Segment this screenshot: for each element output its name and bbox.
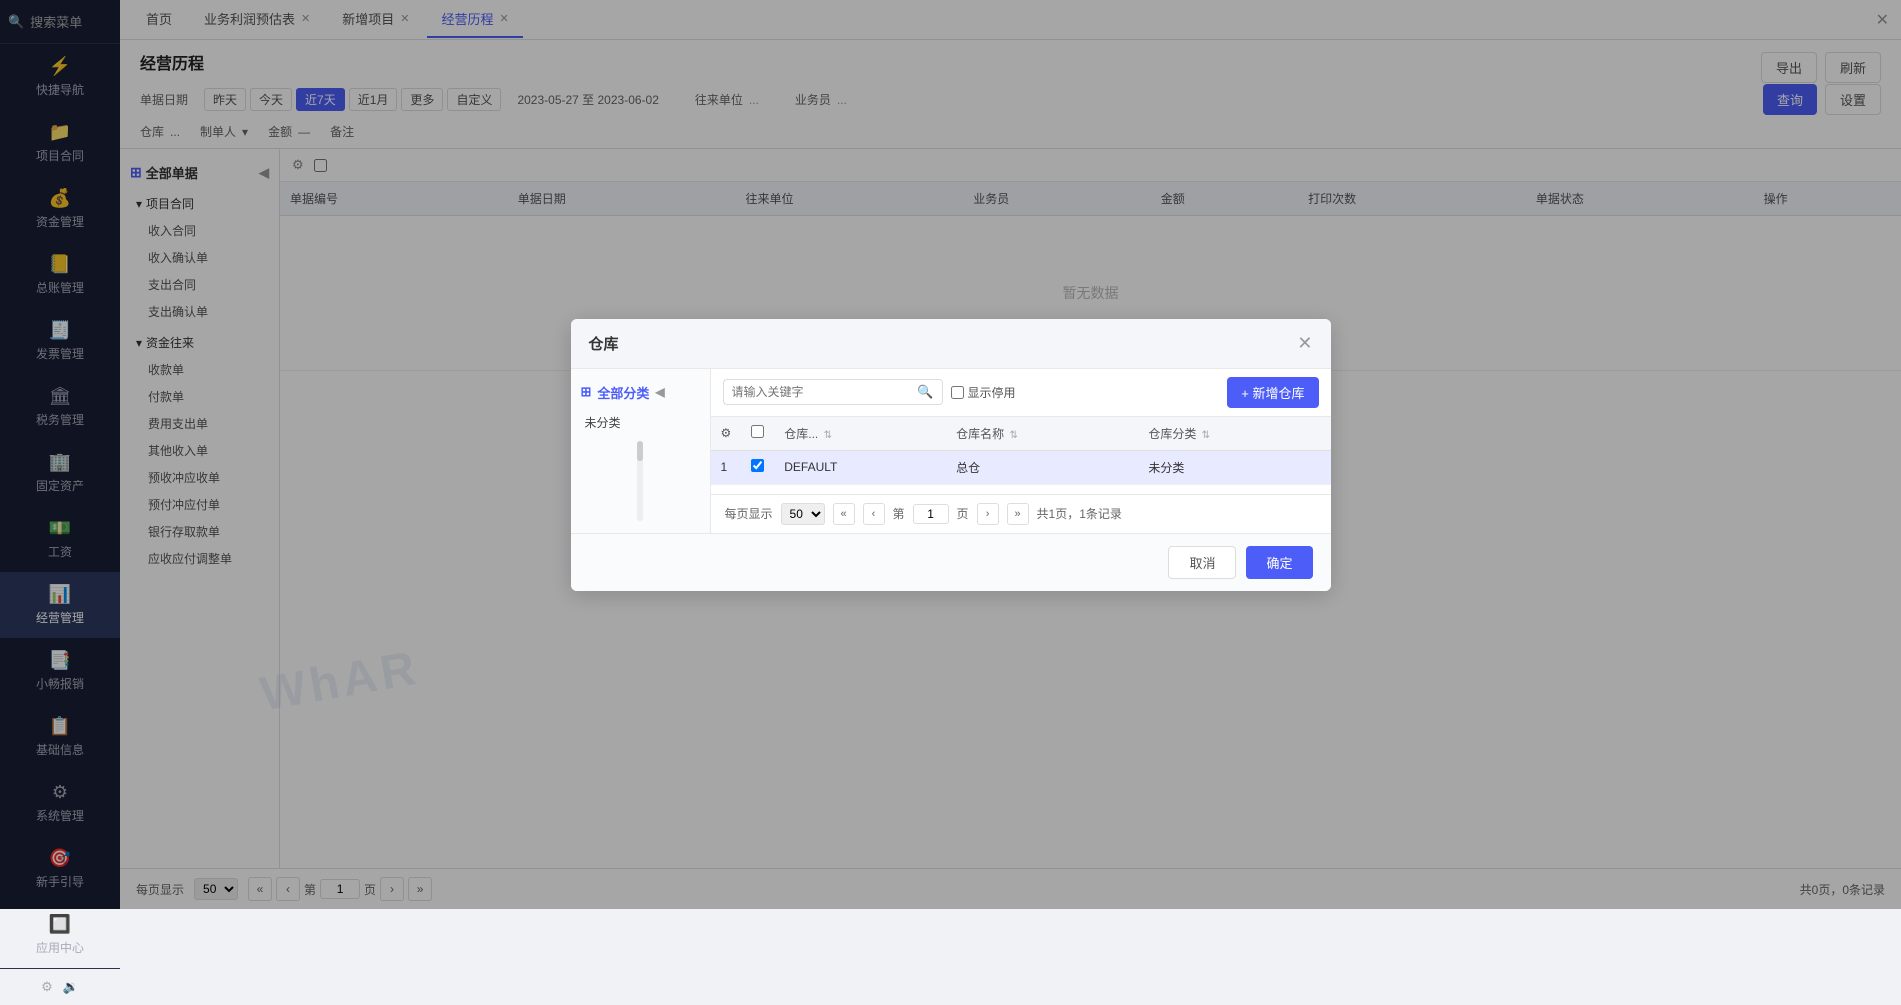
modal-next-page[interactable]: › — [977, 503, 999, 525]
search-icon-modal[interactable]: 🔍 — [917, 384, 933, 400]
modal-title: 仓库 — [589, 333, 619, 354]
warehouse-search-input[interactable] — [732, 385, 912, 399]
sidebar-item-label: 应用中心 — [36, 939, 84, 956]
modal-table: ⚙ 仓库... ⇅ 仓库名称 — [711, 417, 1331, 485]
left-panel-collapse[interactable]: ◀ — [655, 385, 664, 399]
modal-prev-page[interactable]: ‹ — [863, 503, 885, 525]
modal-left-header[interactable]: ⊞ 全部分类 ◀ — [571, 377, 710, 408]
row-category: 未分类 — [1138, 450, 1330, 484]
show-disabled-label: 显示停用 — [968, 384, 1016, 401]
show-disabled-checkbox[interactable]: 显示停用 — [951, 384, 1016, 401]
th-settings: ⚙ — [711, 417, 742, 451]
add-warehouse-btn[interactable]: + 新增仓库 — [1227, 377, 1318, 408]
modal-close-btn[interactable]: ✕ — [1297, 333, 1312, 354]
settings-icon-th[interactable]: ⚙ — [721, 426, 732, 440]
th-checkbox — [741, 417, 774, 451]
modal-per-page-select[interactable]: 50 — [781, 503, 825, 525]
settings-bottom-icon[interactable]: ⚙ — [41, 979, 53, 995]
modal-first-page[interactable]: « — [833, 503, 855, 525]
th-category-label: 仓库分类 — [1148, 427, 1196, 441]
modal-left-unclassified[interactable]: 未分类 — [571, 408, 710, 437]
sort-icon-code[interactable]: ⇅ — [824, 430, 832, 441]
th-code: 仓库... ⇅ — [774, 417, 946, 451]
modal-cancel-btn[interactable]: 取消 — [1168, 546, 1236, 579]
modal-confirm-btn[interactable]: 确定 — [1246, 546, 1312, 579]
modal-page-prefix: 第 — [893, 505, 905, 522]
th-name: 仓库名称 ⇅ — [946, 417, 1138, 451]
apps-icon: 🔲 — [49, 914, 71, 935]
th-category: 仓库分类 ⇅ — [1138, 417, 1330, 451]
show-disabled-check[interactable] — [951, 386, 964, 399]
modal-total-info: 共1页，1条记录 — [1037, 505, 1122, 522]
modal-select-all[interactable] — [751, 425, 764, 438]
modal-header: 仓库 ✕ — [571, 319, 1331, 369]
volume-icon[interactable]: 🔉 — [63, 979, 79, 995]
modal-actions: 取消 确定 — [571, 533, 1331, 591]
modal-left-panel: ⊞ 全部分类 ◀ 未分类 — [571, 369, 711, 533]
th-name-label: 仓库名称 — [956, 427, 1004, 441]
row-checkbox — [741, 450, 774, 484]
grid-icon-modal: ⊞ — [581, 384, 592, 400]
row-check[interactable] — [751, 459, 764, 472]
modal-right-panel: 🔍 显示停用 + 新增仓库 ⚙ — [711, 369, 1331, 533]
modal-last-page[interactable]: » — [1007, 503, 1029, 525]
warehouse-modal: 仓库 ✕ ⊞ 全部分类 ◀ 未分类 — [571, 319, 1331, 591]
modal-body: ⊞ 全部分类 ◀ 未分类 🔍 — [571, 369, 1331, 533]
th-code-label: 仓库... — [784, 427, 818, 441]
scroll-bar — [637, 441, 643, 521]
modal-page-label: 页 — [957, 505, 969, 522]
scroll-thumb — [637, 441, 643, 461]
modal-overlay: 仓库 ✕ ⊞ 全部分类 ◀ 未分类 — [0, 0, 1901, 909]
search-box: 🔍 — [723, 379, 943, 405]
sort-icon-category[interactable]: ⇅ — [1202, 430, 1210, 441]
sidebar-item-apps[interactable]: 🔲 应用中心 — [0, 902, 120, 968]
modal-per-page-label: 每页显示 — [725, 505, 773, 522]
all-category-label: 全部分类 — [597, 383, 649, 402]
row-code: DEFAULT — [774, 450, 946, 484]
table-row[interactable]: 1 DEFAULT 总仓 未分类 — [711, 450, 1331, 484]
sort-icon-name[interactable]: ⇅ — [1010, 430, 1018, 441]
modal-page-input[interactable] — [913, 504, 949, 524]
row-index: 1 — [711, 450, 742, 484]
row-name: 总仓 — [946, 450, 1138, 484]
sidebar-bottom: ⚙ 🔉 — [0, 968, 120, 1005]
modal-toolbar: 🔍 显示停用 + 新增仓库 — [711, 369, 1331, 417]
modal-table-wrap: ⚙ 仓库... ⇅ 仓库名称 — [711, 417, 1331, 494]
modal-footer-pagination: 每页显示 50 « ‹ 第 页 › » 共1页，1条记录 — [711, 494, 1331, 533]
